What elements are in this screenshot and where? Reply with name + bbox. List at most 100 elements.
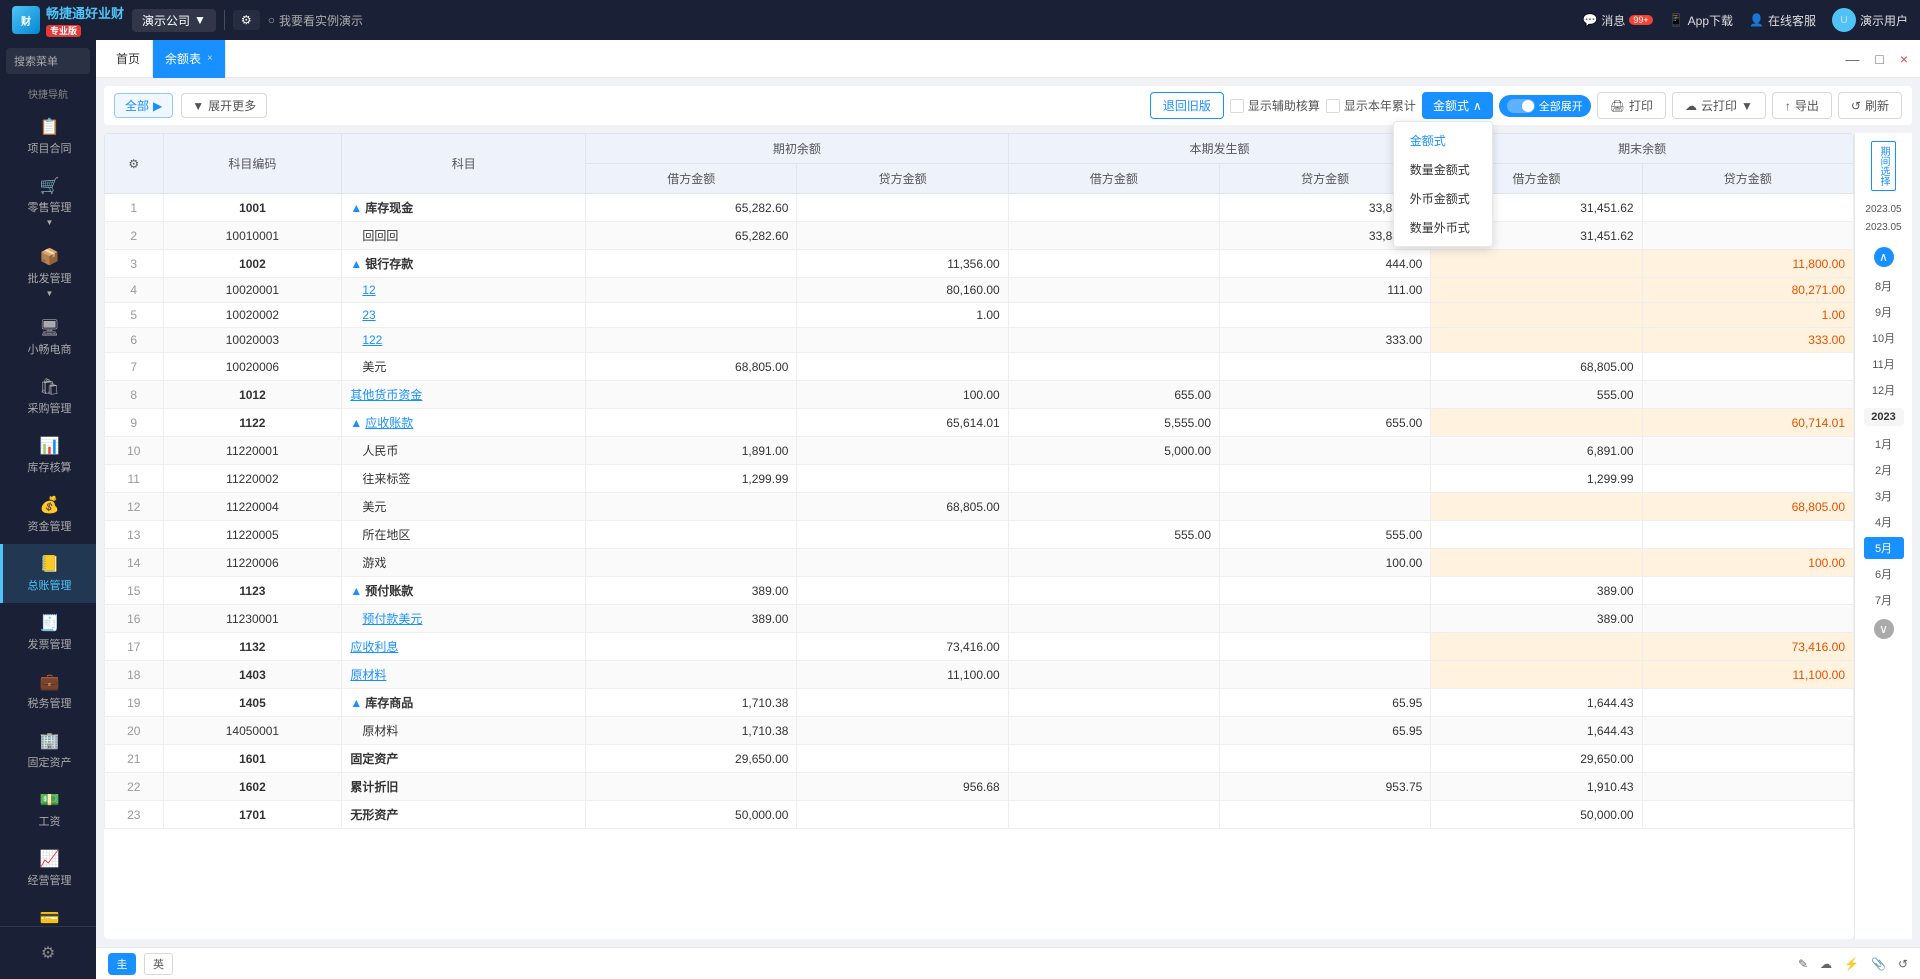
assistant-btn[interactable]: 圭 [108, 953, 136, 975]
message-btn[interactable]: 💬 消息 99+ [1582, 12, 1652, 29]
cloud-sync-icon[interactable]: ☁ [1820, 957, 1832, 971]
account-name-cell[interactable]: 122 [342, 328, 586, 353]
month-5[interactable]: 5月 [1864, 537, 1904, 559]
amount-cell: 333.00 [1220, 328, 1431, 353]
show-auxiliary-checkbox[interactable]: 显示辅助核算 [1230, 97, 1320, 114]
amount-cell [797, 521, 1008, 549]
panel-collapse-btn[interactable]: ∨ [1874, 619, 1894, 639]
account-name-cell[interactable]: 预付款美元 [342, 605, 586, 633]
print-btn[interactable]: 🖨 打印 [1597, 92, 1666, 119]
year-2023[interactable]: 2023 [1864, 408, 1904, 426]
account-name-cell[interactable]: 原材料 [342, 661, 586, 689]
month-11[interactable]: 11月 [1864, 353, 1904, 375]
restore-btn[interactable]: □ [1871, 47, 1887, 71]
amount-style-btn[interactable]: 金额式 ∧ [1422, 92, 1493, 119]
amount-cell [1642, 801, 1853, 829]
account-name-header: 科目 [342, 134, 586, 194]
month-12[interactable]: 12月 [1864, 379, 1904, 401]
tab-close-btn[interactable]: × [207, 53, 213, 64]
row-number: 13 [105, 521, 164, 549]
month-3[interactable]: 3月 [1864, 485, 1904, 507]
undo-icon[interactable]: ↺ [1898, 957, 1908, 971]
dropdown-item-amount[interactable]: 金额式 [1394, 126, 1492, 155]
expand-more-btn[interactable]: ▼ 展开更多 [181, 93, 267, 118]
account-name-cell[interactable]: 应收利息 [342, 633, 586, 661]
month-7[interactable]: 7月 [1864, 589, 1904, 611]
sidebar-settings-btn[interactable]: ⚙ [4, 935, 92, 971]
sidebar-item-ledger[interactable]: 📒 总账管理 [0, 544, 96, 603]
input-method-btn[interactable]: 英 [144, 953, 173, 975]
search-menu-btn[interactable]: 搜索菜单 [6, 48, 90, 74]
sidebar-item-finance[interactable]: 💰 资金管理 [0, 485, 96, 544]
settings-btn[interactable]: ⚙ [233, 10, 260, 30]
sidebar-item-inventory[interactable]: 📊 库存核算 [0, 426, 96, 485]
filter-all-btn[interactable]: 全部 ▶ [114, 93, 173, 118]
period-start: 2023.05 [1865, 203, 1901, 217]
settings-col-header[interactable]: ⚙ [105, 134, 164, 194]
row-number: 11 [105, 465, 164, 493]
month-9[interactable]: 9月 [1864, 301, 1904, 323]
dropdown-item-qty-amount[interactable]: 数量金额式 [1394, 155, 1492, 184]
account-name-cell[interactable]: 12 [342, 278, 586, 303]
month-10[interactable]: 10月 [1864, 327, 1904, 349]
period-select-title[interactable]: 期间选择 [1871, 141, 1896, 191]
app-download-btn[interactable]: 📱 App下载 [1669, 12, 1733, 29]
expand-all-toggle[interactable]: 全部展开 [1499, 95, 1591, 117]
amount-cell [1431, 278, 1642, 303]
tab-balance[interactable]: 余额表 × [153, 40, 226, 78]
amount-cell: 389.00 [1431, 577, 1642, 605]
sidebar-item-ecommerce[interactable]: 🖥 小畅电商 [0, 308, 96, 367]
cloud-print-btn[interactable]: ☁ 云打印 ▼ [1672, 92, 1766, 119]
company-selector[interactable]: 演示公司 ▼ [132, 9, 216, 32]
sidebar-item-operations[interactable]: 📈 经营管理 [0, 839, 96, 898]
account-name-cell[interactable]: 其他货币资金 [342, 381, 586, 409]
account-code-cell: 11220006 [163, 549, 342, 577]
avatar-icon: U [1832, 8, 1856, 32]
show-year-total-checkbox[interactable]: 显示本年累计 [1326, 97, 1416, 114]
amount-cell [586, 409, 797, 437]
sidebar-item-tax[interactable]: 💼 税务管理 [0, 662, 96, 721]
export-btn[interactable]: ↑ 导出 [1772, 92, 1832, 119]
dropdown-item-qty-foreign[interactable]: 数量外币式 [1394, 213, 1492, 242]
month-1[interactable]: 1月 [1864, 433, 1904, 455]
toolbar: 全部 ▶ ▼ 展开更多 退回旧版 显示辅助核算 [104, 86, 1912, 125]
sidebar-item-fixed-assets[interactable]: 🏢 固定资产 [0, 721, 96, 780]
tab-home[interactable]: 首页 [104, 40, 153, 78]
account-name-cell[interactable]: 23 [342, 303, 586, 328]
minimize-btn[interactable]: — [1841, 47, 1863, 71]
sidebar-item-purchase[interactable]: 🛍 采购管理 [0, 367, 96, 426]
account-name-cell: 无形资产 [342, 801, 586, 829]
right-panel: 期间选择 2023.05 2023.05 ∧ 8月 9月 10月 11月 12月… [1854, 133, 1912, 939]
demo-link[interactable]: ○ 我要看实例演示 [268, 12, 363, 29]
amount-cell [1008, 549, 1219, 577]
sidebar-item-wholesale[interactable]: 📦 批发管理 ▼ [0, 237, 96, 308]
close-btn[interactable]: × [1896, 47, 1912, 71]
attach-icon[interactable]: 📎 [1871, 957, 1886, 971]
return-old-btn[interactable]: 退回旧版 [1150, 92, 1224, 119]
sidebar-item-invoice[interactable]: 🧾 发票管理 [0, 603, 96, 662]
sidebar-item-project[interactable]: 📋 项目合同 [0, 107, 96, 166]
opening-debit-header: 借方金额 [586, 164, 797, 194]
bolt-icon[interactable]: ⚡ [1844, 957, 1859, 971]
account-code-cell: 11220001 [163, 437, 342, 465]
month-4[interactable]: 4月 [1864, 511, 1904, 533]
sidebar-item-expense[interactable]: 💳 小畅报销 [0, 898, 96, 926]
panel-expand-btn[interactable]: ∧ [1874, 247, 1894, 267]
refresh-btn[interactable]: ↺ 刷新 [1838, 92, 1902, 119]
dropdown-item-foreign-amount[interactable]: 外币金额式 [1394, 184, 1492, 213]
account-code-cell: 1601 [163, 745, 342, 773]
month-6[interactable]: 6月 [1864, 563, 1904, 585]
edit-icon[interactable]: ✎ [1798, 957, 1808, 971]
sidebar-item-retail[interactable]: 🛒 零售管理 ▼ [0, 166, 96, 237]
month-8[interactable]: 8月 [1864, 275, 1904, 297]
amount-cell [1642, 605, 1853, 633]
amount-cell: 73,416.00 [797, 633, 1008, 661]
account-name-cell[interactable]: ▲应收账款 [342, 409, 586, 437]
table-container[interactable]: ⚙ 科目编码 科目 期初余额 本期发生额 期末余额 借方金额 贷方金额 借方金额 [104, 133, 1854, 939]
amount-cell [797, 577, 1008, 605]
amount-cell [797, 801, 1008, 829]
online-service-btn[interactable]: 👤 在线客服 [1749, 12, 1816, 29]
user-avatar[interactable]: U 演示用户 [1832, 8, 1908, 32]
sidebar-item-salary[interactable]: 💵 工资 [0, 780, 96, 839]
month-2[interactable]: 2月 [1864, 459, 1904, 481]
